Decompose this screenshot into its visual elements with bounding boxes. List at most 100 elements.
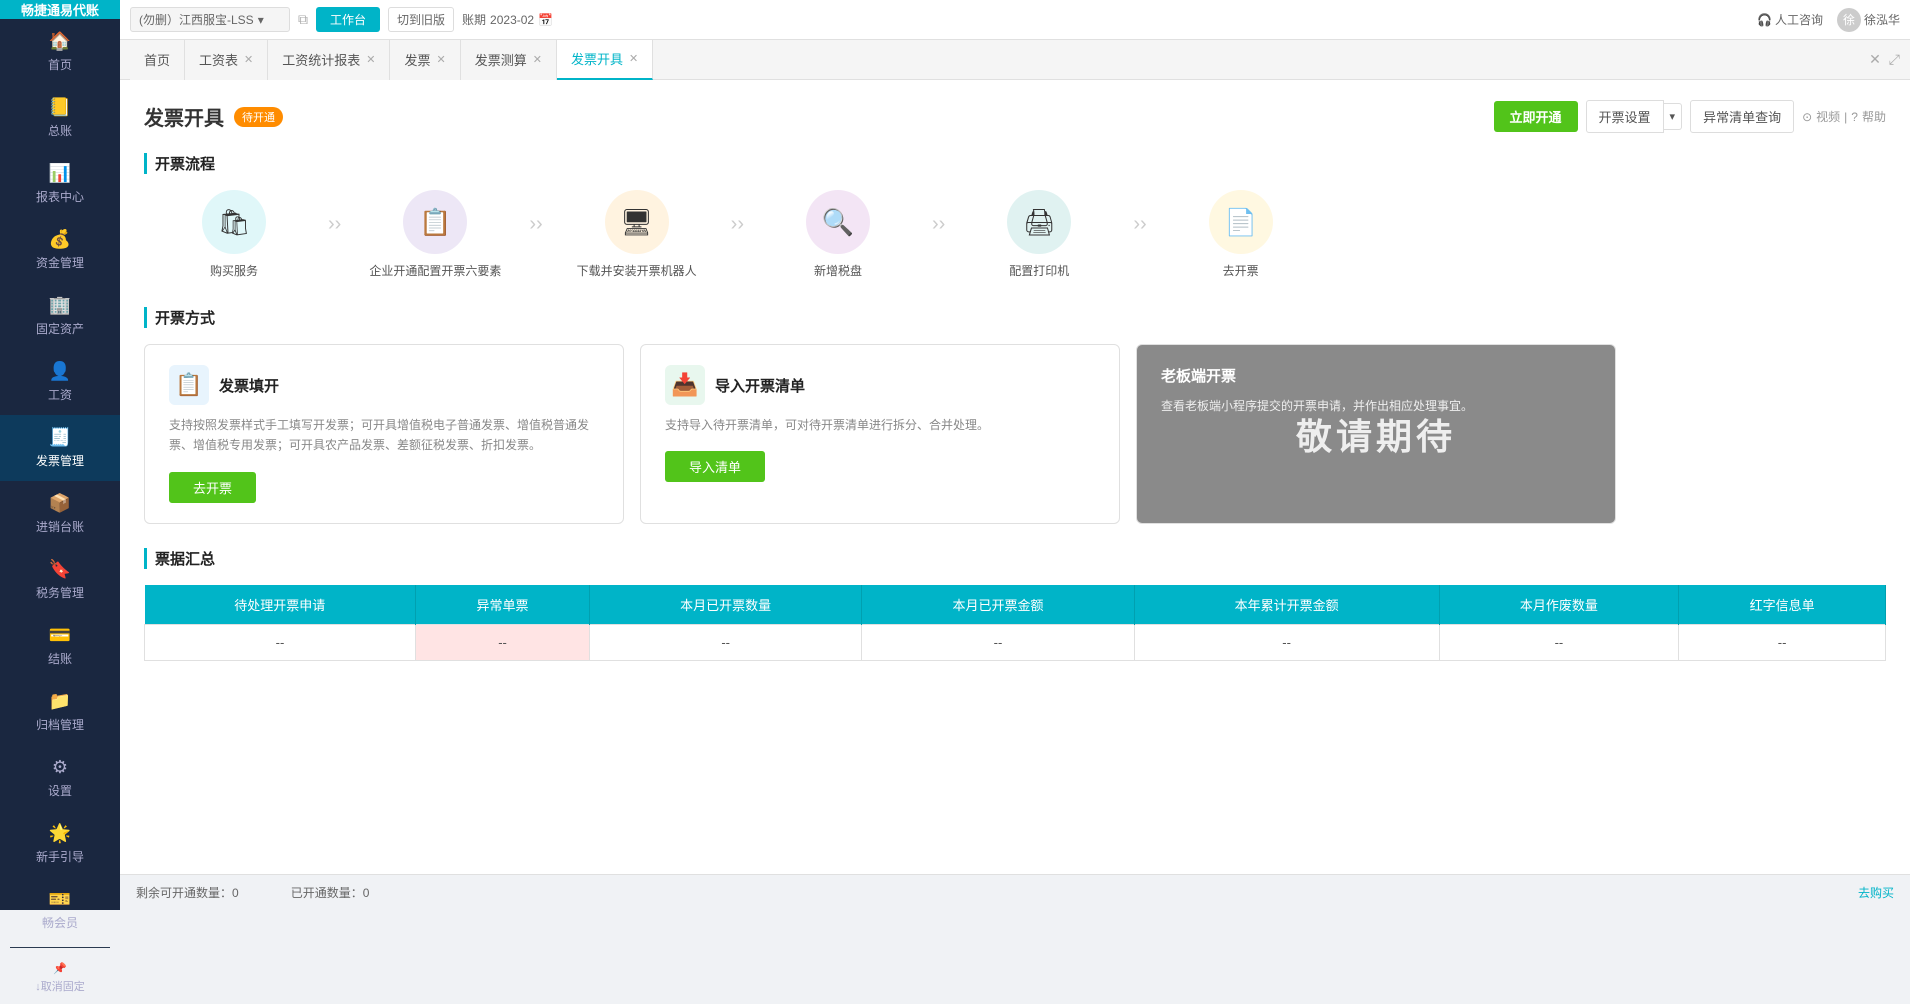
topbar-left: (勿删）江西服宝-LSS ▾ ⧉ 工作台 切到旧版 账期 2023-02 📅	[130, 7, 553, 32]
billing-card-manual: 📋 发票填开 支持按照发票样式手工填写开发票；可开具增值税电子普通发票、增值税普…	[144, 344, 624, 524]
help-doc-label[interactable]: 帮助	[1862, 108, 1886, 125]
page-header: 发票开具 待开通 立即开通 开票设置 ▾ 异常清单查询 ⊙ 视频 | ? 帮助	[144, 100, 1886, 133]
step-label-printer: 配置打印机	[1009, 262, 1069, 279]
billing-import-button[interactable]: 导入清单	[665, 451, 765, 482]
page-title: 发票开具	[144, 102, 224, 131]
step-arrow-5: ››	[1133, 213, 1146, 256]
tab-actions: ✕ ⤢	[1869, 51, 1900, 68]
tab-home[interactable]: 首页	[130, 40, 185, 80]
close-tab-icon[interactable]: ✕	[1869, 51, 1881, 68]
archive-icon: 📁	[49, 691, 71, 712]
step-configure[interactable]: 📋 企业开通配置开票六要素	[345, 190, 525, 279]
step-printer[interactable]: 🖨 配置打印机	[949, 190, 1129, 279]
sidebar-item-archive[interactable]: 📁 归档管理	[0, 679, 120, 745]
salary-icon: 👤	[49, 361, 71, 382]
settings-dropdown-button[interactable]: ▾	[1664, 103, 1683, 130]
gear-icon: ⚙	[52, 757, 68, 778]
sidebar-item-member[interactable]: 🎫 畅会员	[0, 877, 120, 943]
switch-version-button[interactable]: 切到旧版	[388, 7, 454, 32]
step-tax[interactable]: 🔍 新增税盘	[748, 190, 928, 279]
step-label-configure: 企业开通配置开票六要素	[369, 262, 501, 279]
settings-main-button[interactable]: 开票设置	[1586, 100, 1664, 133]
sidebar-item-guide[interactable]: 🌟 新手引导	[0, 811, 120, 877]
step-download[interactable]: 🖥 下载并安装开票机器人	[547, 190, 727, 279]
abnormal-list-button[interactable]: 异常清单查询	[1690, 100, 1794, 133]
sidebar-item-purchase[interactable]: 📦 进销台账	[0, 481, 120, 547]
summary-val-abnormal[interactable]: --	[416, 624, 590, 660]
tab-invoice-calc[interactable]: 发票测算 ✕	[461, 40, 557, 80]
sidebar-item-settings[interactable]: ⚙ 设置	[0, 745, 120, 811]
billing-manual-button[interactable]: 去开票	[169, 472, 256, 503]
summary-col-red: 红字信息单	[1679, 585, 1886, 625]
step-issue[interactable]: 📄 去开票	[1151, 190, 1331, 279]
billing-import-desc: 支持导入待开票清单，可对待开票清单进行拆分、合并处理。	[665, 415, 1095, 435]
sidebar-item-ledger[interactable]: 📒 总账	[0, 85, 120, 151]
sidebar-item-home[interactable]: 🏠 首页	[0, 19, 120, 85]
pin-button[interactable]: 📌 ↓取消固定	[0, 952, 120, 1004]
billing-methods: 📋 发票填开 支持按照发票样式手工填写开发票；可开具增值税电子普通发票、增值税普…	[144, 344, 1886, 524]
sidebar-item-tax[interactable]: 🔖 税务管理	[0, 547, 120, 613]
summary-val-year-amount[interactable]: --	[1134, 624, 1439, 660]
sidebar-item-label: 新手引导	[36, 848, 84, 865]
purchase-icon: 📦	[49, 493, 71, 514]
guide-icon: 🌟	[49, 823, 71, 844]
sidebar-item-reports[interactable]: 📊 报表中心	[0, 151, 120, 217]
sidebar-item-label: 固定资产	[36, 320, 84, 337]
summary-col-pending: 待处理开票申请	[145, 585, 416, 625]
summary-val-red[interactable]: --	[1679, 624, 1886, 660]
close-icon[interactable]: ✕	[533, 53, 542, 66]
avatar: 徐	[1837, 8, 1861, 32]
sidebar-item-label: 总账	[48, 122, 72, 139]
reports-icon: 📊	[49, 163, 71, 184]
tab-salary-report[interactable]: 工资统计报表 ✕	[268, 40, 390, 80]
help-video-label[interactable]: 视频	[1816, 108, 1840, 125]
tab-invoice-issue[interactable]: 发票开具 ✕	[557, 40, 653, 80]
summary-val-pending[interactable]: --	[145, 624, 416, 660]
step-label-tax: 新增税盘	[814, 262, 862, 279]
finance-icon: 💰	[49, 229, 71, 250]
billing-card-manual-header: 📋 发票填开	[169, 365, 599, 405]
billing-card-import: 📥 导入开票清单 支持导入待开票清单，可对待开票清单进行拆分、合并处理。 导入清…	[640, 344, 1120, 524]
summary-col-void: 本月作废数量	[1439, 585, 1679, 625]
summary-col-count: 本月已开票数量	[590, 585, 862, 625]
summary-val-void[interactable]: --	[1439, 624, 1679, 660]
tab-salary[interactable]: 工资表 ✕	[185, 40, 268, 80]
company-selector[interactable]: (勿删）江西服宝-LSS ▾	[130, 7, 290, 32]
work-tab-button[interactable]: 工作台	[316, 7, 380, 32]
period-label: 账期 2023-02 📅	[462, 11, 553, 28]
tab-label: 工资表	[199, 50, 238, 69]
user-profile[interactable]: 徐 徐泓华	[1837, 8, 1900, 32]
pin-label: ↓取消固定	[35, 978, 85, 994]
restore-tab-icon[interactable]: ⤢	[1889, 51, 1900, 68]
sidebar-item-salary[interactable]: 👤 工资	[0, 349, 120, 415]
immediate-open-button[interactable]: 立即开通	[1494, 101, 1578, 132]
divider	[259, 884, 271, 901]
step-arrow-4: ››	[932, 213, 945, 256]
summary-val-count[interactable]: --	[590, 624, 862, 660]
sidebar-item-label: 结账	[48, 650, 72, 667]
billing-import-icon: 📥	[665, 365, 705, 405]
step-label-download: 下载并安装开票机器人	[577, 262, 697, 279]
support-button[interactable]: 🎧 人工咨询	[1757, 11, 1823, 28]
sidebar-item-invoice[interactable]: 🧾 发票管理	[0, 415, 120, 481]
step-buy[interactable]: 🛍 购买服务	[144, 190, 324, 279]
sidebar-item-finance[interactable]: 💰 资金管理	[0, 217, 120, 283]
step-label-issue: 去开票	[1223, 262, 1259, 279]
closing-icon: 💳	[49, 625, 71, 646]
buy-link[interactable]: 去购买	[1858, 884, 1894, 901]
close-icon[interactable]: ✕	[244, 53, 253, 66]
copy-icon[interactable]: ⧉	[298, 11, 308, 28]
close-icon[interactable]: ✕	[437, 53, 446, 66]
tab-label: 发票	[404, 50, 430, 69]
sidebar-item-assets[interactable]: 🏢 固定资产	[0, 283, 120, 349]
close-icon[interactable]: ✕	[366, 53, 375, 66]
summary-val-amount[interactable]: --	[862, 624, 1134, 660]
tab-invoice[interactable]: 发票 ✕	[390, 40, 460, 80]
sidebar-item-closing[interactable]: 💳 结账	[0, 613, 120, 679]
billing-card-import-header: 📥 导入开票清单	[665, 365, 1095, 405]
page-title-group: 发票开具 待开通	[144, 102, 283, 131]
sidebar-item-label: 税务管理	[36, 584, 84, 601]
calendar-icon[interactable]: 📅	[538, 13, 553, 27]
close-icon[interactable]: ✕	[629, 52, 638, 65]
sidebar-item-label: 设置	[48, 782, 72, 799]
